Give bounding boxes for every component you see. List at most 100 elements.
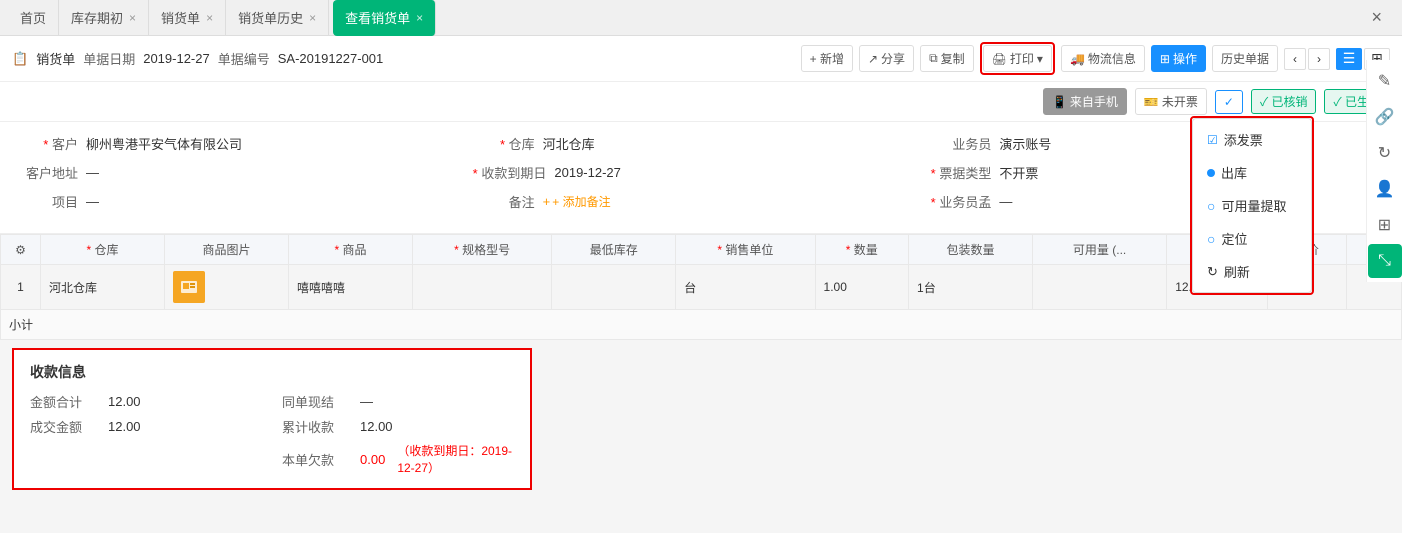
subtotal-row: 小计 — [1, 310, 1402, 340]
product-image — [173, 271, 205, 303]
radio-dot-available: ○ — [1207, 198, 1215, 214]
history-button[interactable]: 历史单据 — [1212, 45, 1278, 72]
staff-value: 演示账号 — [999, 134, 1139, 153]
total-amount-value: 12.00 — [108, 394, 141, 409]
logistics-button[interactable]: 🚚 物流信息 — [1061, 45, 1145, 72]
summary-cumulative-payment: 累计收款 12.00 — [282, 417, 514, 436]
dropdown-locate[interactable]: ○ 定位 — [1193, 222, 1311, 255]
dropdown-refresh[interactable]: ↻ 刷新 — [1193, 255, 1311, 288]
summary-total-amount: 金额合计 12.00 — [30, 392, 262, 411]
copy-button[interactable]: ⧉ 复制 — [920, 45, 974, 72]
remarks-field: 备注 + + 添加备注 — [473, 192, 930, 211]
summary-same-order-settlement: 同单现结 — — [282, 392, 514, 411]
list-view-toggle[interactable]: ☰ — [1336, 48, 1362, 70]
summary-section: 收款信息 金额合计 12.00 同单现结 — 成交金额 12.00 — [12, 348, 532, 490]
tab-close-sales-history[interactable]: × — [309, 11, 316, 25]
radio-dot-locate: ○ — [1207, 231, 1215, 247]
row-available — [1033, 265, 1167, 310]
row-product: 嘻嘻嘻嘻 — [289, 265, 413, 310]
add-button[interactable]: + 新增 — [801, 45, 853, 72]
operation-button[interactable]: ⊞ 操作 — [1151, 45, 1206, 72]
customer-address-field: 客户地址 — — [16, 163, 473, 182]
nav-arrows: ‹ › — [1284, 48, 1330, 70]
sidebar-table-icon[interactable]: ⊞ — [1368, 208, 1402, 242]
row-no: 1 — [1, 265, 41, 310]
project-field: 项目 — — [16, 192, 473, 211]
cumulative-value: 12.00 — [360, 419, 393, 434]
dropdown-menu: ☑ 添发票 出库 ○ 可用量提取 ○ 定位 — [1192, 118, 1312, 293]
print-button-wrapper: 🖨 打印 ▾ — [980, 42, 1055, 75]
row-pack-qty: 1台 — [909, 265, 1033, 310]
window-close-button[interactable]: × — [1359, 7, 1394, 28]
ticket-type-value: 不开票 — [999, 163, 1139, 182]
customer-value: 柳州粤港平安气体有限公司 — [86, 134, 242, 153]
summary-grid: 金额合计 12.00 同单现结 — 成交金额 12.00 累计收款 12.00 — [30, 392, 514, 476]
tab-close-inventory[interactable]: × — [129, 11, 136, 25]
print-icon: 🖨 — [992, 52, 1007, 66]
prev-arrow[interactable]: ‹ — [1284, 48, 1306, 70]
next-arrow[interactable]: › — [1308, 48, 1330, 70]
doc-date: 2019-12-27 — [143, 51, 210, 66]
action-buttons: + 新增 ↗ 分享 ⧉ 复制 🖨 打印 ▾ 🚚 — [801, 42, 1390, 75]
form-row-2: 客户地址 — * 收款到期日 2019-12-27 * 票据类型 不开票 — [16, 163, 1386, 182]
col-header-available: 可用量 (... — [1033, 235, 1167, 265]
tab-close-sales[interactable]: × — [206, 11, 213, 25]
plus-icon: + — [543, 194, 551, 209]
sales-staff-field: * 业务员孟 — — [929, 192, 1386, 211]
outstanding-value: 0.00 — [360, 452, 385, 467]
warehouse-field: * 仓库 河北仓库 — [473, 134, 930, 153]
col-header-product: * 商品 — [289, 235, 413, 265]
tab-close-view-sales[interactable]: × — [416, 11, 423, 25]
row-min-stock — [552, 265, 676, 310]
tab-inventory[interactable]: 库存期初 × — [59, 0, 149, 36]
sidebar-user-icon[interactable]: 👤 — [1368, 172, 1402, 206]
tab-home[interactable]: 首页 — [8, 0, 59, 36]
not-opened-button[interactable]: 🎫 未开票 — [1135, 88, 1207, 115]
share-button[interactable]: ↗ 分享 — [859, 45, 914, 72]
sold-badge: ✓ 已核销 — [1251, 89, 1317, 114]
refresh-icon: ↻ — [1207, 264, 1218, 280]
share-icon: ↗ — [868, 52, 878, 66]
row-warehouse: 河北仓库 — [41, 265, 165, 310]
sidebar-link-icon[interactable]: 🔗 — [1368, 100, 1402, 134]
outstanding-note: （收款到期日：2019-12-27） — [397, 442, 514, 476]
summary-outstanding: 本单欠款 0.00 （收款到期日：2019-12-27） — [282, 442, 514, 476]
tab-sales[interactable]: 销货单 × — [149, 0, 226, 36]
address-value: — — [86, 165, 226, 180]
col-header-pack-qty: 包装数量 — [909, 235, 1033, 265]
warehouse-value: 河北仓库 — [543, 134, 683, 153]
sidebar-expand-icon[interactable]: ⤡ — [1368, 244, 1402, 278]
col-header-sales-unit: * 销售单位 — [676, 235, 815, 265]
tab-bar: 首页 库存期初 × 销货单 × 销货单历史 × 查看销货单 × × — [0, 0, 1402, 36]
product-img-icon — [179, 277, 199, 297]
col-header-spec: * 规格型号 — [413, 235, 552, 265]
col-header-quantity: * 数量 — [815, 235, 908, 265]
sidebar-edit-icon[interactable]: ✎ — [1368, 64, 1402, 98]
add-note-button[interactable]: + + 添加备注 — [543, 193, 611, 210]
truck-icon: 🚚 — [1070, 52, 1085, 66]
dropdown-outbound[interactable]: 出库 — [1193, 156, 1311, 189]
summary-wrapper: 收款信息 金额合计 12.00 同单现结 — 成交金额 12.00 — [0, 340, 1402, 498]
tab-view-sales[interactable]: 查看销货单 × — [333, 0, 436, 36]
document-info: 📋 销货单 单据日期 2019-12-27 单据编号 SA-20191227-0… — [12, 49, 793, 68]
staff-field: 业务员 演示账号 — [929, 134, 1386, 153]
print-button[interactable]: 🖨 打印 ▾ — [983, 45, 1052, 72]
from-phone-button[interactable]: 📱 来自手机 — [1043, 88, 1127, 115]
dropdown-available-qty[interactable]: ○ 可用量提取 — [1193, 189, 1311, 222]
confirm-icon-button[interactable]: ✓ — [1215, 90, 1243, 114]
tab-sales-history[interactable]: 销货单历史 × — [226, 0, 329, 36]
col-header-warehouse: * 仓库 — [41, 235, 165, 265]
row-spec — [413, 265, 552, 310]
ticket-icon: 🎫 — [1144, 95, 1159, 109]
doc-number: SA-20191227-001 — [278, 51, 384, 66]
dropdown-add-invoice[interactable]: ☑ 添发票 — [1193, 123, 1311, 156]
phone-icon: 📱 — [1052, 95, 1067, 109]
sidebar-refresh-icon[interactable]: ↻ — [1368, 136, 1402, 170]
payment-due-field: * 收款到期日 2019-12-27 — [473, 163, 930, 182]
sales-staff-value: — — [999, 194, 1139, 209]
subtotal-label: 小计 — [1, 310, 1402, 340]
col-header-settings: ⚙ — [1, 235, 41, 265]
same-order-value: — — [360, 394, 373, 409]
summary-deal-amount: 成交金额 12.00 — [30, 417, 262, 436]
summary-title: 收款信息 — [30, 362, 514, 382]
